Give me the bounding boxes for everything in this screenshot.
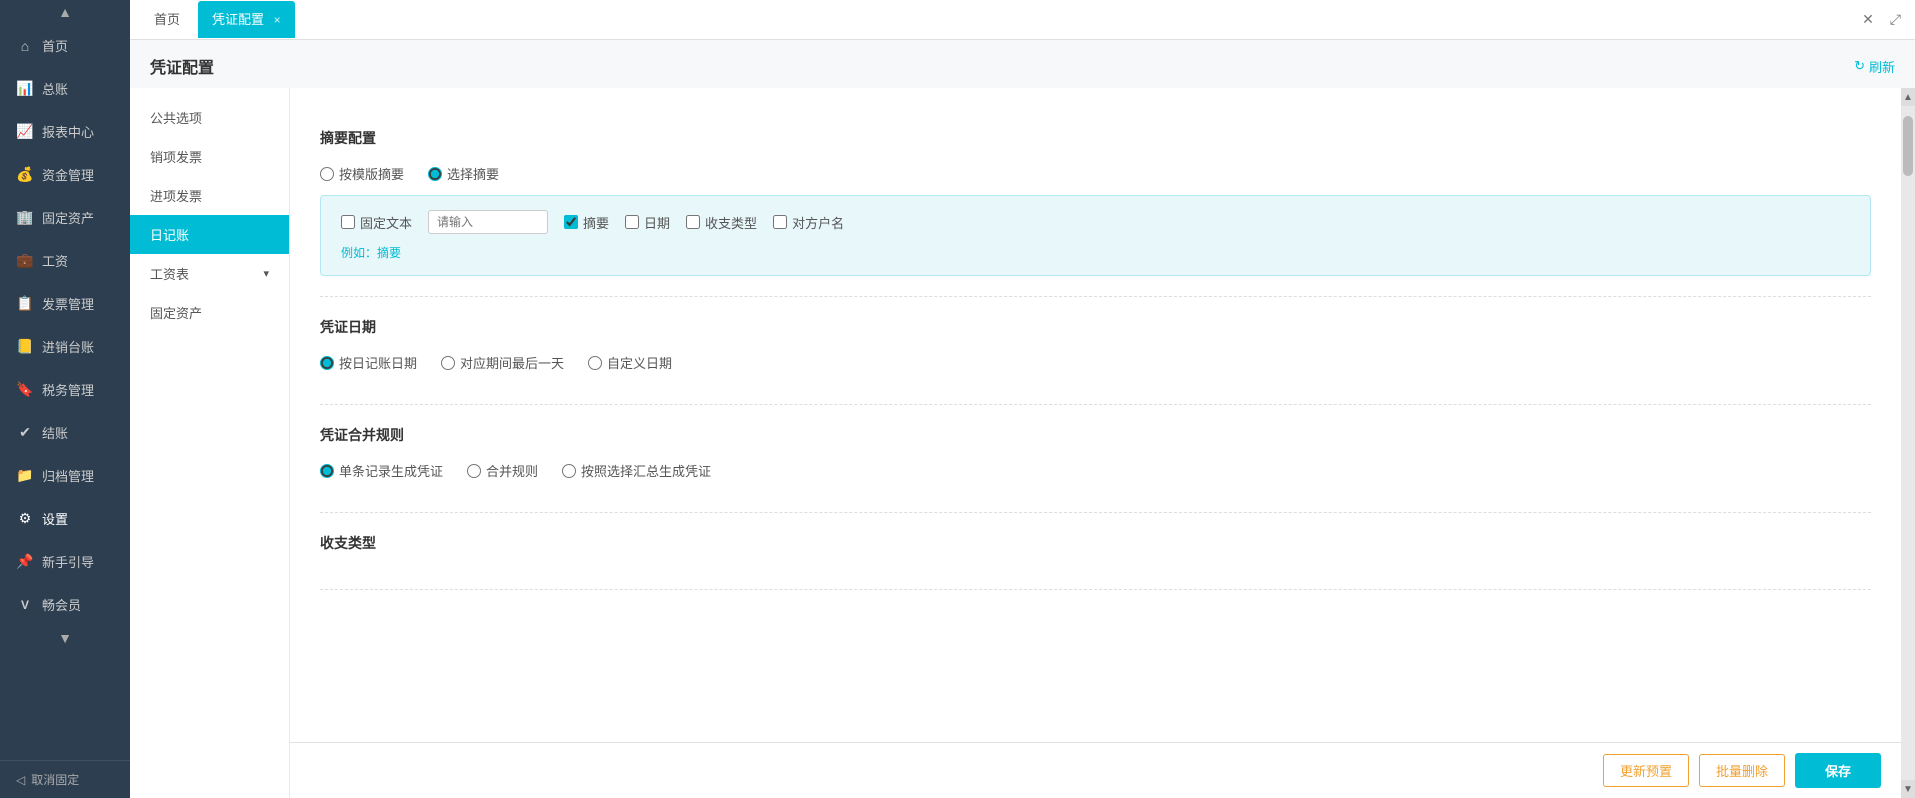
settings-icon: ⚙: [16, 510, 34, 527]
refresh-icon: ↻: [1854, 58, 1865, 74]
pin-icon: ◁: [16, 773, 25, 787]
check-income-type[interactable]: 收支类型: [686, 213, 757, 232]
merge-radio-single[interactable]: 单条记录生成凭证: [320, 461, 443, 480]
fund-icon: 💰: [16, 166, 34, 183]
sidebar-item-purchase-sales[interactable]: 📒 进销台账: [0, 325, 130, 368]
left-nav-sales-invoice[interactable]: 销项发票: [130, 137, 289, 176]
voucher-merge-section: 凭证合并规则 单条记录生成凭证 合并规则: [320, 405, 1871, 513]
voucher-date-title: 凭证日期: [320, 317, 1871, 337]
content-area: 摘要配置 按模版摘要 选择摘要: [290, 88, 1915, 798]
tax-icon: 🔖: [16, 381, 34, 398]
batch-delete-button[interactable]: 批量删除: [1699, 754, 1785, 787]
summary-config-title: 摘要配置: [320, 128, 1871, 148]
sidebar-item-member[interactable]: V 畅会员: [0, 583, 130, 626]
sidebar-scroll-down[interactable]: ▼: [0, 626, 130, 650]
report-icon: 📈: [16, 123, 34, 140]
voucher-merge-radio-group: 单条记录生成凭证 合并规则 按照选择汇总生成凭证: [320, 461, 1871, 480]
left-nav: 公共选项 销项发票 进项发票 日记账 工资表 ▾ 固定资产: [130, 88, 290, 798]
sidebar-item-guide[interactable]: 📌 新手引导: [0, 540, 130, 583]
tab-bar: 首页 凭证配置 × ✕ ⤢: [130, 0, 1915, 40]
page-content-area: 公共选项 销项发票 进项发票 日记账 工资表 ▾ 固定资产: [130, 88, 1915, 798]
sidebar-item-general-ledger[interactable]: 📊 总账: [0, 67, 130, 110]
left-nav-journal[interactable]: 日记账: [130, 215, 289, 254]
window-controls: ✕ ⤢: [1858, 9, 1905, 30]
page-title: 凭证配置: [150, 54, 214, 78]
chart-icon: 📊: [16, 80, 34, 97]
checkout-icon: ✔: [16, 424, 34, 441]
date-radio-period-last[interactable]: 对应期间最后一天: [441, 353, 564, 372]
voucher-date-radio-group: 按日记账日期 对应期间最后一天 自定义日期: [320, 353, 1871, 372]
sidebar-item-settings[interactable]: ⚙ 设置: [0, 497, 130, 540]
merge-radio-merge[interactable]: 合并规则: [467, 461, 538, 480]
sidebar: ▲ ⌂ 首页 📊 总账 📈 报表中心 💰 资金管理 🏢 固定资产 💼 工资 📋 …: [0, 0, 130, 798]
check-fixed-text[interactable]: 固定文本: [341, 213, 412, 232]
save-button[interactable]: 保存: [1795, 753, 1881, 788]
sidebar-item-invoice[interactable]: 📋 发票管理: [0, 282, 130, 325]
tab-voucher-config[interactable]: 凭证配置 ×: [198, 1, 295, 38]
scroll-up-arrow[interactable]: ▲: [1901, 88, 1915, 106]
page-header: 凭证配置 ↻ 刷新: [130, 40, 1915, 88]
window-resize-button[interactable]: ⤢: [1886, 9, 1905, 30]
sidebar-scroll-up[interactable]: ▲: [0, 0, 130, 24]
left-nav-public-options[interactable]: 公共选项: [130, 98, 289, 137]
sidebar-item-fixed-assets[interactable]: 🏢 固定资产: [0, 196, 130, 239]
guide-icon: 📌: [16, 553, 34, 570]
voucher-date-section: 凭证日期 按日记账日期 对应期间最后一天: [320, 297, 1871, 405]
bottom-bar: 更新预置 批量删除 保存: [290, 742, 1901, 798]
sidebar-item-archive[interactable]: 📁 归档管理: [0, 454, 130, 497]
content-inner: 摘要配置 按模版摘要 选择摘要: [290, 88, 1901, 670]
tab-close-icon[interactable]: ×: [274, 13, 281, 27]
window-close-button[interactable]: ✕: [1858, 9, 1878, 30]
check-date[interactable]: 日期: [625, 213, 670, 232]
summary-config-section: 摘要配置 按模版摘要 选择摘要: [320, 108, 1871, 297]
fixed-text-input[interactable]: [428, 210, 548, 234]
left-nav-purchase-invoice[interactable]: 进项发票: [130, 176, 289, 215]
refresh-button[interactable]: ↻ 刷新: [1854, 57, 1895, 76]
briefcase-icon: 💼: [16, 252, 34, 269]
member-icon: V: [16, 598, 34, 612]
sidebar-item-report-center[interactable]: 📈 报表中心: [0, 110, 130, 153]
sidebar-item-salary[interactable]: 💼 工资: [0, 239, 130, 282]
summary-radio-select[interactable]: 选择摘要: [428, 164, 499, 183]
home-icon: ⌂: [16, 38, 34, 54]
sidebar-item-checkout[interactable]: ✔ 结账: [0, 411, 130, 454]
check-summary[interactable]: 摘要: [564, 213, 609, 232]
scrollbar-thumb[interactable]: [1903, 116, 1913, 176]
scrollbar-track[interactable]: [1901, 106, 1915, 780]
date-radio-custom[interactable]: 自定义日期: [588, 353, 672, 372]
summary-config-box: 固定文本 摘要 日期: [320, 195, 1871, 276]
income-expense-section: 收支类型: [320, 513, 1871, 590]
scroll-down-arrow[interactable]: ▼: [1901, 780, 1915, 798]
archive-icon: 📁: [16, 467, 34, 484]
chevron-down-icon: ▾: [263, 267, 269, 280]
summary-checkbox-row: 固定文本 摘要 日期: [341, 210, 1850, 234]
check-counterpart-name[interactable]: 对方户名: [773, 213, 844, 232]
income-expense-title: 收支类型: [320, 533, 1871, 553]
main-area: 首页 凭证配置 × ✕ ⤢ 凭证配置 ↻ 刷新 公共选项 销项发票 进项: [130, 0, 1915, 798]
invoice-icon: 📋: [16, 295, 34, 312]
sidebar-item-home[interactable]: ⌂ 首页: [0, 24, 130, 67]
date-radio-journal[interactable]: 按日记账日期: [320, 353, 417, 372]
sidebar-item-tax[interactable]: 🔖 税务管理: [0, 368, 130, 411]
cancel-fixed-button[interactable]: ◁ 取消固定: [0, 760, 130, 798]
ledger-icon: 📒: [16, 338, 34, 355]
left-nav-payroll[interactable]: 工资表 ▾: [130, 254, 289, 293]
tab-home[interactable]: 首页: [140, 1, 194, 38]
summary-radio-template[interactable]: 按模版摘要: [320, 164, 404, 183]
merge-radio-summary[interactable]: 按照选择汇总生成凭证: [562, 461, 711, 480]
sidebar-item-fund-management[interactable]: 💰 资金管理: [0, 153, 130, 196]
voucher-merge-title: 凭证合并规则: [320, 425, 1871, 445]
left-nav-fixed-assets[interactable]: 固定资产: [130, 293, 289, 332]
content-panel: 摘要配置 按模版摘要 选择摘要: [290, 88, 1901, 798]
right-scrollbar: ▲ ▼: [1901, 88, 1915, 798]
building-icon: 🏢: [16, 209, 34, 226]
example-text: 例如：摘要: [341, 244, 1850, 261]
update-preview-button[interactable]: 更新预置: [1603, 754, 1689, 787]
summary-radio-group: 按模版摘要 选择摘要: [320, 164, 1871, 183]
